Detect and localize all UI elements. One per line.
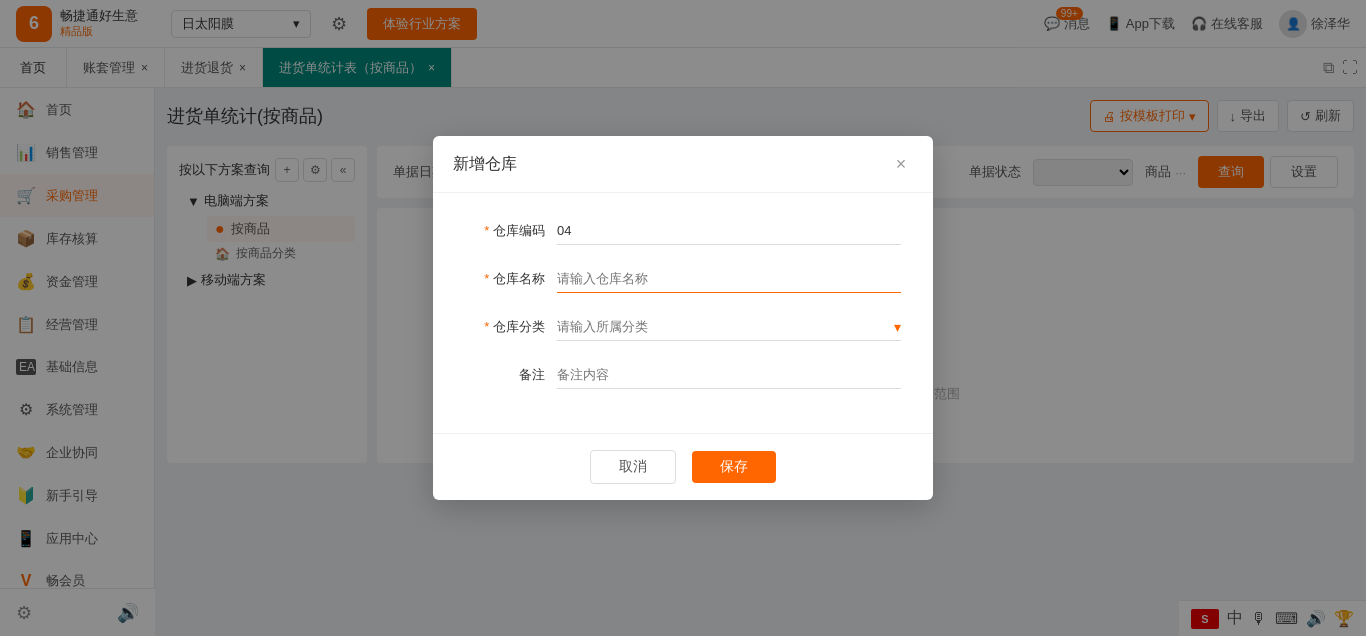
add-warehouse-modal: 新增仓库 × 仓库编码 仓库名称 仓库分类 ▾	[433, 136, 933, 500]
modal-overlay: 新增仓库 × 仓库编码 仓库名称 仓库分类 ▾	[0, 0, 1366, 636]
modal-footer: 取消 保存	[433, 433, 933, 500]
name-input[interactable]	[557, 265, 901, 293]
cancel-button[interactable]: 取消	[590, 450, 676, 484]
code-row: 仓库编码	[465, 217, 901, 245]
remark-row: 备注	[465, 361, 901, 389]
remark-input[interactable]	[557, 361, 901, 389]
code-input[interactable]	[557, 217, 901, 245]
save-button[interactable]: 保存	[692, 451, 776, 483]
category-select-wrap: ▾	[557, 313, 901, 341]
category-row: 仓库分类 ▾	[465, 313, 901, 341]
code-label: 仓库编码	[465, 222, 545, 240]
modal-close-button[interactable]: ×	[889, 152, 913, 176]
modal-body: 仓库编码 仓库名称 仓库分类 ▾ 备注	[433, 193, 933, 433]
category-input[interactable]	[557, 313, 894, 340]
category-label: 仓库分类	[465, 318, 545, 336]
remark-label: 备注	[465, 366, 545, 384]
modal-title: 新增仓库	[453, 154, 517, 175]
name-label: 仓库名称	[465, 270, 545, 288]
category-arrow-icon: ▾	[894, 319, 901, 335]
modal-header: 新增仓库 ×	[433, 136, 933, 193]
name-row: 仓库名称	[465, 265, 901, 293]
